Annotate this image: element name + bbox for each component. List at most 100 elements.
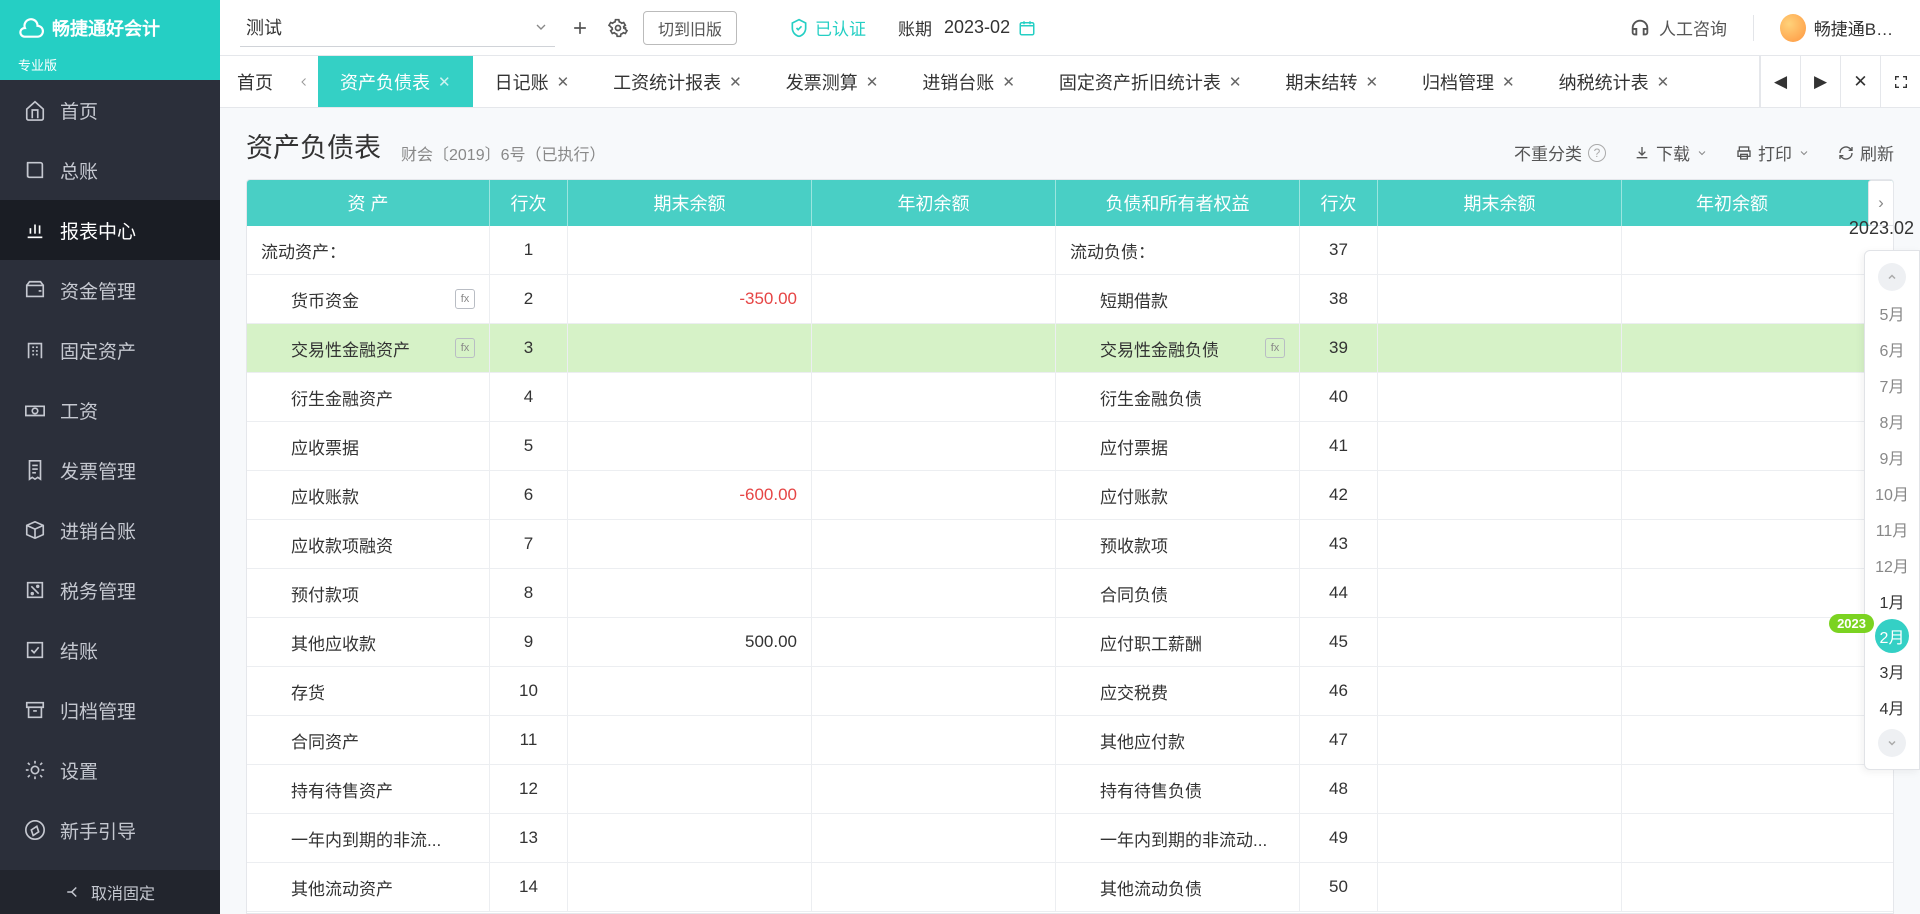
table-row[interactable]: 流动资产：1流动负债：37	[247, 226, 1893, 275]
fullscreen[interactable]	[1880, 56, 1920, 107]
sidebar-item-3[interactable]: 资金管理	[0, 260, 220, 320]
month-option[interactable]: 6月	[1880, 331, 1905, 367]
cell-row: 9	[490, 618, 568, 666]
sidebar-unpin[interactable]: 取消固定	[0, 870, 220, 914]
cell-asset: 其他应收款	[247, 618, 490, 666]
tabs-close-all[interactable]: ✕	[1840, 56, 1880, 107]
company-selector[interactable]: 测试	[240, 9, 555, 47]
table-row[interactable]: 一年内到期的非流...13一年内到期的非流动...49	[247, 814, 1893, 863]
sidebar-item-8[interactable]: 税务管理	[0, 560, 220, 620]
chevron-down-icon	[533, 19, 549, 35]
no-reclass-toggle[interactable]: 不重分类 ?	[1514, 140, 1606, 165]
close-icon[interactable]: ✕	[557, 73, 570, 91]
sidebar-item-5[interactable]: 工资	[0, 380, 220, 440]
table-row[interactable]: 交易性金融资产fx3交易性金融负债fx39	[247, 324, 1893, 373]
month-option[interactable]: 9月	[1880, 439, 1905, 475]
tabs-next[interactable]: ▶	[1800, 56, 1840, 107]
tab-label: 日记账	[495, 69, 549, 95]
sidebar-item-7[interactable]: 进销台账	[0, 500, 220, 560]
cell-end	[568, 422, 812, 470]
month-option[interactable]: 10月	[1875, 475, 1909, 511]
table-row[interactable]: 其他应收款9500.00应付职工薪酬45	[247, 618, 1893, 667]
print-button[interactable]: 打印	[1736, 140, 1810, 165]
table-row[interactable]: 应收款项融资7预收款项43	[247, 520, 1893, 569]
tab-label: 进销台账	[922, 69, 994, 95]
cell-end	[568, 520, 812, 568]
close-icon[interactable]: ✕	[1502, 73, 1515, 91]
refresh-button[interactable]: 刷新	[1838, 140, 1894, 165]
sidebar-item-4[interactable]: 固定资产	[0, 320, 220, 380]
switch-old-version[interactable]: 切到旧版	[643, 11, 737, 45]
close-icon[interactable]: ✕	[1229, 73, 1242, 91]
sidebar-item-9[interactable]: 结账	[0, 620, 220, 680]
period-scroll-up[interactable]	[1878, 263, 1906, 291]
tab-8[interactable]: 纳税统计表✕	[1537, 56, 1692, 107]
help-button[interactable]: 人工咨询	[1629, 15, 1727, 40]
month-option[interactable]: 12月	[1875, 547, 1909, 583]
close-icon[interactable]: ✕	[1657, 73, 1670, 91]
cell-row: 13	[490, 814, 568, 862]
month-option[interactable]: 1月	[1880, 583, 1905, 619]
cell-end2	[1378, 373, 1622, 421]
tabs-prev[interactable]: ◀	[1760, 56, 1800, 107]
month-option[interactable]: 7月	[1880, 367, 1905, 403]
cell-beg2	[1622, 373, 1842, 421]
close-icon[interactable]: ✕	[1002, 73, 1015, 91]
settings-button[interactable]	[605, 15, 631, 41]
close-icon[interactable]: ✕	[729, 73, 742, 91]
cell-asset: 合同资产	[247, 716, 490, 764]
period-value[interactable]: 2023-02	[944, 17, 1036, 38]
table-row[interactable]: 存货10应交税费46	[247, 667, 1893, 716]
tab-1[interactable]: 日记账 ✕	[473, 56, 592, 107]
logo: 畅捷通好会计	[0, 0, 220, 55]
month-option[interactable]: 2月	[1875, 619, 1909, 653]
cell-row2: 50	[1300, 863, 1378, 911]
sidebar-item-label: 工资	[60, 397, 98, 424]
month-option[interactable]: 11月	[1876, 511, 1909, 547]
sidebar-item-label: 新手引导	[60, 817, 136, 844]
table-row[interactable]: 货币资金fx2-350.00短期借款38	[247, 275, 1893, 324]
user-name: 畅捷通B组...	[1814, 15, 1900, 40]
table-row[interactable]: 衍生金融资产4衍生金融负债40	[247, 373, 1893, 422]
sidebar-item-11[interactable]: 设置	[0, 740, 220, 800]
tab-5[interactable]: 固定资产折旧统计表✕	[1037, 56, 1264, 107]
download-icon	[1634, 145, 1650, 161]
table-row[interactable]: 合同资产11其他应付款47	[247, 716, 1893, 765]
tabs-scroll-left[interactable]	[290, 56, 318, 107]
tab-4[interactable]: 进销台账 ✕	[900, 56, 1037, 107]
month-option[interactable]: 4月	[1880, 689, 1905, 725]
table-row[interactable]: 应收票据5应付票据41	[247, 422, 1893, 471]
sidebar-item-10[interactable]: 归档管理	[0, 680, 220, 740]
tab-home[interactable]: 首页	[220, 56, 290, 107]
sidebar-item-label: 发票管理	[60, 457, 136, 484]
cell-liab: 一年内到期的非流动...	[1056, 814, 1300, 862]
sidebar-item-6[interactable]: 发票管理	[0, 440, 220, 500]
table-row[interactable]: 持有待售资产12持有待售负债48	[247, 765, 1893, 814]
sidebar-item-0[interactable]: 首页	[0, 80, 220, 140]
tab-0[interactable]: 资产负债表✕	[318, 56, 473, 107]
sidebar-item-2[interactable]: 报表中心	[0, 200, 220, 260]
close-icon[interactable]: ✕	[866, 73, 879, 91]
download-button[interactable]: 下载	[1634, 140, 1708, 165]
tab-7[interactable]: 归档管理✕	[1400, 56, 1537, 107]
table-row[interactable]: 预付款项8合同负债44	[247, 569, 1893, 618]
month-option[interactable]: 5月	[1880, 295, 1905, 331]
add-button[interactable]	[567, 15, 593, 41]
table-row[interactable]: 应收账款6-600.00应付账款42	[247, 471, 1893, 520]
tab-2[interactable]: 工资统计报表✕	[591, 56, 764, 107]
period-scroll-down[interactable]	[1878, 729, 1906, 757]
formula-icon[interactable]: fx	[455, 338, 475, 358]
tab-6[interactable]: 期末结转✕	[1263, 56, 1400, 107]
close-icon[interactable]: ✕	[438, 73, 451, 91]
formula-icon[interactable]: fx	[1265, 338, 1285, 358]
sidebar-item-12[interactable]: 新手引导	[0, 800, 220, 860]
sidebar-item-1[interactable]: 总账	[0, 140, 220, 200]
month-option[interactable]: 3月	[1880, 653, 1905, 689]
close-icon[interactable]: ✕	[1365, 73, 1378, 91]
month-option[interactable]: 8月	[1880, 403, 1905, 439]
user-menu[interactable]: 畅捷通B组...	[1780, 14, 1900, 42]
table-body[interactable]: 流动资产：1流动负债：37货币资金fx2-350.00短期借款38交易性金融资产…	[247, 226, 1893, 913]
table-row[interactable]: 其他流动资产14其他流动负债50	[247, 863, 1893, 912]
formula-icon[interactable]: fx	[455, 289, 475, 309]
tab-3[interactable]: 发票测算✕	[764, 56, 901, 107]
